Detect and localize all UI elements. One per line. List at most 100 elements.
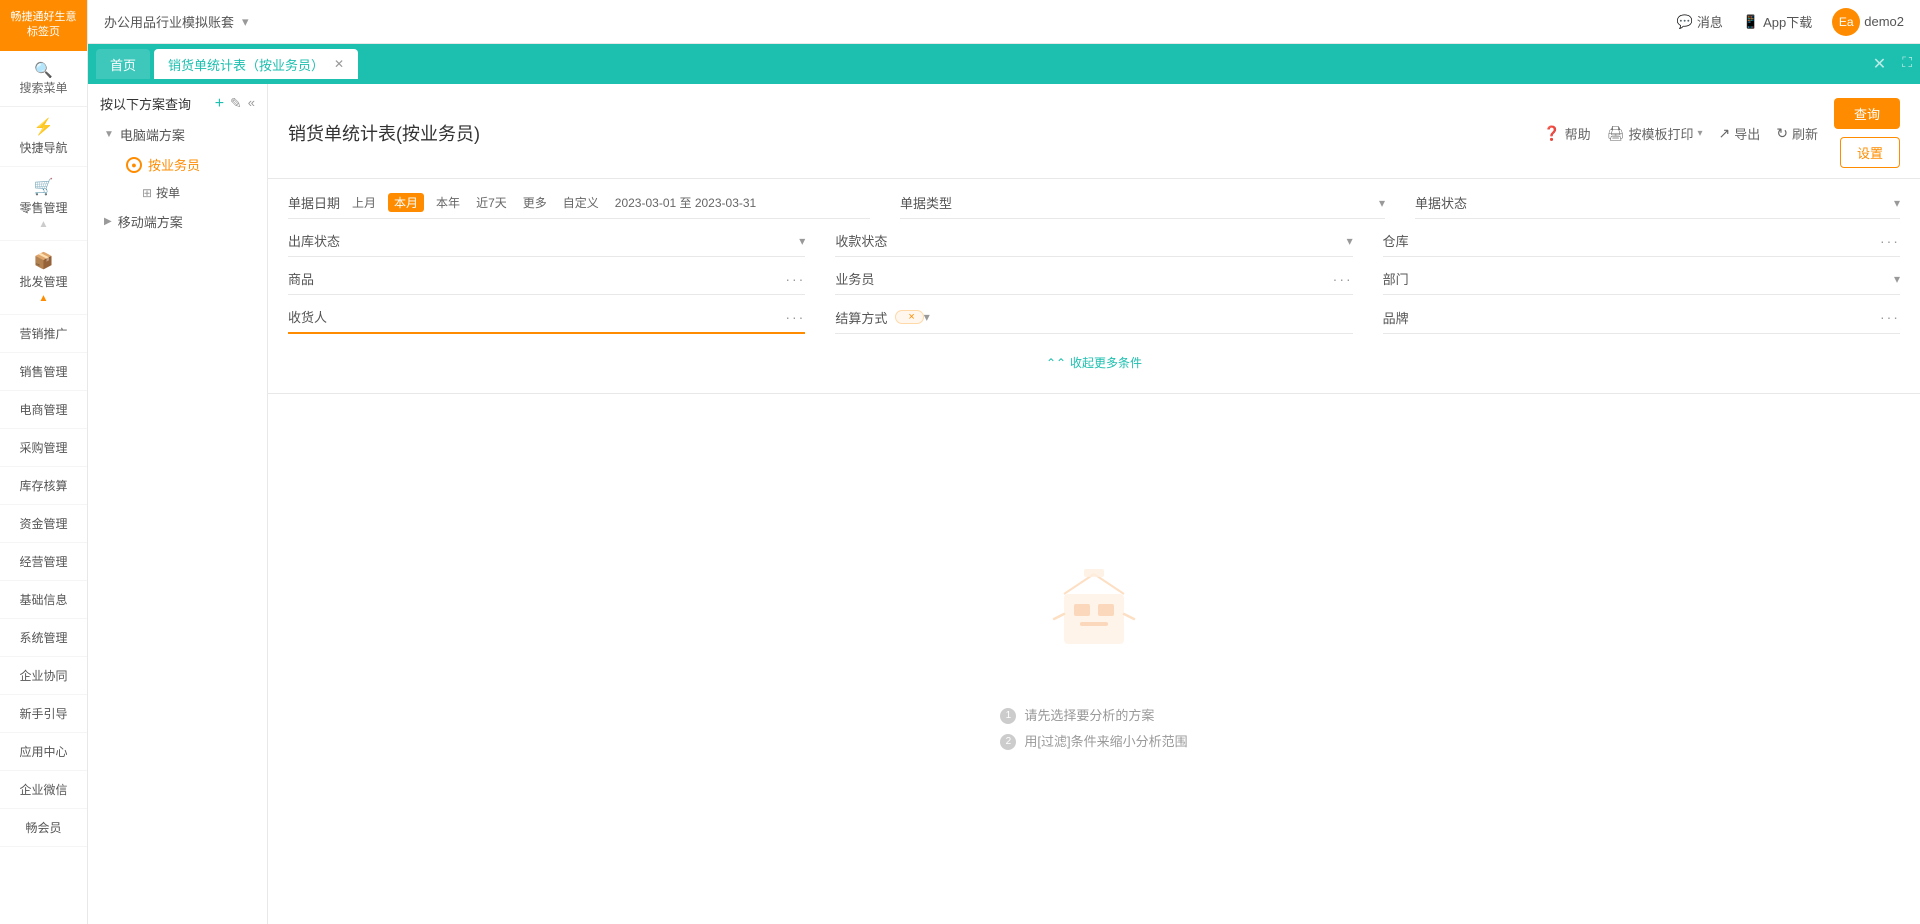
department-dropdown-icon[interactable]: ▾	[1894, 272, 1900, 286]
close-window-icon[interactable]: ✕	[1873, 54, 1886, 74]
edit-scheme-icon[interactable]: ✎	[230, 95, 242, 113]
sidebar-item-finance[interactable]: 资金管理	[0, 505, 87, 543]
sidebar-item-appcenter[interactable]: 应用中心	[0, 733, 87, 771]
app-download-button[interactable]: 📱 App下载	[1743, 12, 1812, 31]
salesperson-more-icon[interactable]: ···	[1333, 271, 1353, 287]
settlement-tag-remove[interactable]: ×	[908, 311, 914, 323]
sidebar-item-wholesale[interactable]: 📦 批发管理 ▲	[0, 241, 87, 315]
filter-product: 商品 ···	[288, 269, 805, 295]
tree-group-desktop: ▼ 电脑端方案 ● 按业务员 ⊞ 按单 ▶ 移动端方案	[88, 119, 267, 237]
topbar: 办公用品行业模拟账套 ▾ 💬 消息 📱 App下载 Ea demo2	[88, 0, 1920, 44]
sidebar-item-basics[interactable]: 基础信息	[0, 581, 87, 619]
tree-mobile-schemes[interactable]: ▶ 移动端方案	[96, 206, 267, 237]
sidebar-item-sales[interactable]: 销售管理	[0, 353, 87, 391]
search-menu-label: 搜索菜单	[6, 79, 81, 96]
sidebar-item-newuser[interactable]: 新手引导	[0, 695, 87, 733]
settlement-label: 结算方式	[835, 308, 887, 327]
date-tab-7days[interactable]: 近7天	[472, 193, 511, 212]
empty-icon	[1044, 564, 1144, 683]
tab-home[interactable]: 首页	[96, 49, 150, 79]
hint-item-2: 2 用[过滤]条件来缩小分析范围	[1000, 729, 1187, 755]
product-more-icon[interactable]: ···	[785, 271, 805, 287]
filter-row-1: 单据日期 上月 本月 本年 近7天 更多 自定义 2023-03-01 至 20…	[288, 193, 1900, 219]
filter-order-status: 单据状态 ▾	[1415, 193, 1900, 219]
warehouse-label: 仓库	[1383, 231, 1433, 250]
home-tab-label: 首页	[110, 55, 136, 74]
collapse-button[interactable]: ⌃⌃ 收起更多条件	[1046, 354, 1142, 371]
salesperson-scheme-label: 按业务员	[148, 155, 200, 174]
sidebar-item-shortcuts[interactable]: ⚡ 快捷导航	[0, 107, 87, 167]
out-status-dropdown-icon[interactable]: ▾	[799, 234, 805, 248]
tree-arrow-icon: ▼	[104, 129, 114, 140]
order-type-dropdown-icon[interactable]: ▾	[1379, 196, 1385, 210]
sidebar-item-wechat[interactable]: 企业微信	[0, 771, 87, 809]
date-range-value: 2023-03-01 至 2023-03-31	[615, 194, 756, 211]
order-status-dropdown-icon[interactable]: ▾	[1894, 196, 1900, 210]
filter-row-2: 出库状态 ▾ 收款状态 ▾ 仓库 ···	[288, 231, 1900, 257]
hint-num-1: 1	[1000, 708, 1016, 724]
sidebar-search[interactable]: 🔍 搜索菜单	[0, 51, 87, 107]
date-tab-group: 上月 本月 本年 近7天 更多 自定义	[348, 193, 603, 212]
filter-warehouse: 仓库 ···	[1383, 231, 1900, 257]
hint-item-1: 1 请先选择要分析的方案	[1000, 703, 1187, 729]
order-type-label: 单据类型	[900, 193, 952, 212]
maximize-window-icon[interactable]: ⛶	[1902, 54, 1912, 74]
sidebar-item-inventory[interactable]: 库存核算	[0, 467, 87, 505]
tree-desktop-schemes[interactable]: ▼ 电脑端方案	[96, 119, 267, 150]
message-label: 消息	[1697, 12, 1723, 31]
sidebar: 畅捷通好生意 标签页 🔍 搜索菜单 ⚡ 快捷导航 🛒 零售管理 ▲ 📦 批发管理…	[0, 0, 88, 924]
help-button[interactable]: ❓ 帮助	[1543, 124, 1590, 143]
empty-hints: 1 请先选择要分析的方案 2 用[过滤]条件来缩小分析范围	[1000, 703, 1187, 755]
settings-button[interactable]: 设置	[1840, 137, 1900, 168]
date-tab-thismonth[interactable]: 本月	[388, 193, 424, 212]
add-scheme-icon[interactable]: +	[215, 95, 224, 113]
help-icon: ❓	[1543, 125, 1560, 142]
tab-close-icon[interactable]: ✕	[334, 57, 344, 71]
tree-child-salesperson[interactable]: ● 按业务员	[96, 150, 267, 179]
payment-status-dropdown-icon[interactable]: ▾	[1347, 234, 1353, 248]
print-dropdown-icon: ▾	[1697, 128, 1702, 139]
active-scheme-icon: ●	[126, 157, 142, 173]
sidebar-item-system[interactable]: 系统管理	[0, 619, 87, 657]
brand-more-icon[interactable]: ···	[1880, 309, 1900, 325]
refresh-button[interactable]: ↻ 刷新	[1776, 124, 1818, 143]
filter-brand: 品牌 ···	[1383, 308, 1900, 334]
date-tab-thisyear[interactable]: 本年	[432, 193, 464, 212]
product-label: 商品	[288, 269, 338, 288]
collapse-panel-icon[interactable]: «	[248, 95, 255, 113]
warehouse-more-icon[interactable]: ···	[1880, 233, 1900, 249]
tab-window-actions: ✕ ⛶	[1865, 54, 1912, 74]
sidebar-item-purchase[interactable]: 采购管理	[0, 429, 87, 467]
query-button[interactable]: 查询	[1834, 98, 1900, 129]
export-label: 导出	[1734, 124, 1760, 143]
consignee-more-icon[interactable]: ···	[785, 309, 805, 325]
filter-out-status: 出库状态 ▾	[288, 231, 805, 257]
print-label: 按模板打印	[1628, 124, 1693, 143]
sidebar-item-member[interactable]: 畅会员	[0, 809, 87, 847]
main-area: 办公用品行业模拟账套 ▾ 💬 消息 📱 App下载 Ea demo2 首页 销货…	[88, 0, 1920, 924]
sidebar-item-marketing[interactable]: 营销推广	[0, 315, 87, 353]
print-button[interactable]: 🖨 按模板打印 ▾	[1607, 124, 1703, 143]
date-tab-lastmonth[interactable]: 上月	[348, 193, 380, 212]
export-button[interactable]: ↗ 导出	[1718, 124, 1760, 143]
sidebar-item-operations[interactable]: 经营管理	[0, 543, 87, 581]
collapse-label: 收起更多条件	[1070, 354, 1142, 371]
tree-grandchild-order[interactable]: ⊞ 按单	[96, 179, 267, 206]
department-label: 部门	[1383, 269, 1433, 288]
refresh-label: 刷新	[1792, 124, 1818, 143]
message-button[interactable]: 💬 消息	[1677, 12, 1723, 31]
sidebar-item-ecommerce[interactable]: 电商管理	[0, 391, 87, 429]
settlement-dropdown-icon[interactable]: ▾	[924, 310, 930, 324]
hint-num-2: 2	[1000, 734, 1016, 750]
user-menu[interactable]: Ea demo2	[1832, 8, 1904, 36]
tab-sales-stat[interactable]: 销货单统计表（按业务员） ✕	[154, 49, 358, 79]
company-dropdown-icon[interactable]: ▾	[242, 14, 249, 30]
sidebar-logo[interactable]: 畅捷通好生意 标签页	[0, 0, 87, 51]
sidebar-item-enterprise[interactable]: 企业协同	[0, 657, 87, 695]
date-tab-custom[interactable]: 自定义	[559, 193, 603, 212]
collapse-row: ⌃⌃ 收起更多条件	[288, 346, 1900, 379]
right-content: 销货单统计表(按业务员) ❓ 帮助 🖨 按模板打印 ▾ ↗ 导出	[268, 84, 1920, 924]
sidebar-item-retail[interactable]: 🛒 零售管理 ▲	[0, 167, 87, 241]
app-download-label: App下载	[1763, 12, 1812, 31]
date-tab-more[interactable]: 更多	[519, 193, 551, 212]
